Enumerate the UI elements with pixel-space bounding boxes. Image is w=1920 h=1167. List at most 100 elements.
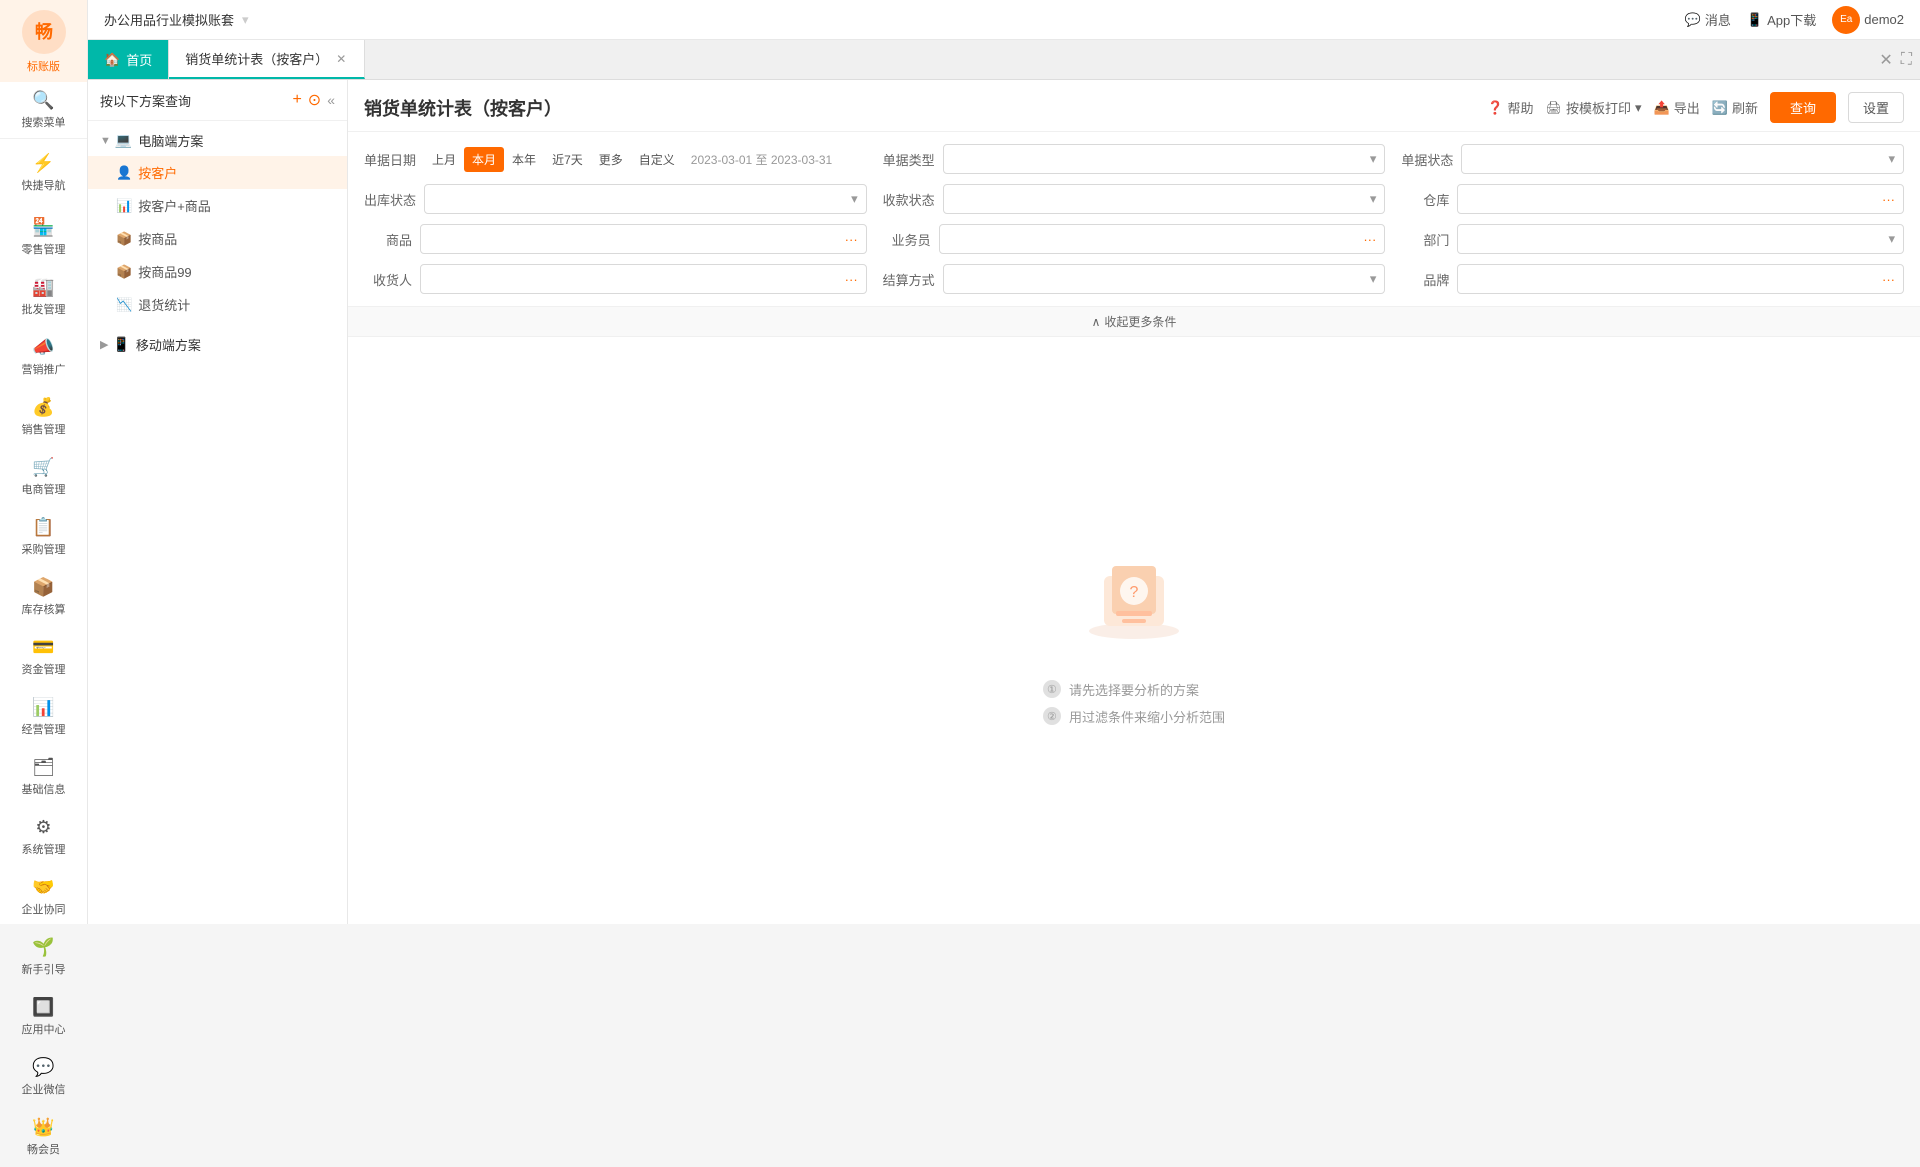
scheme-group-mobile-header[interactable]: ▶ 📱 移动端方案 — [88, 329, 347, 360]
settings-btn[interactable]: 设置 — [1848, 92, 1904, 123]
payment-input[interactable]: ▾ — [943, 264, 1386, 294]
payment-label: 结算方式 — [883, 270, 943, 289]
recipient-ellipsis[interactable]: ··· — [845, 272, 858, 287]
filter-brand: 品牌 ··· — [1401, 264, 1904, 294]
help-btn[interactable]: ❓ 帮助 — [1487, 98, 1533, 117]
recipient-input[interactable]: ··· — [420, 264, 867, 294]
messages-btn[interactable]: 💬 消息 — [1685, 10, 1731, 29]
warehouse-ellipsis[interactable]: ··· — [1882, 192, 1895, 207]
sidebar-item-yingxiao[interactable]: 📣 营销推广 — [0, 327, 87, 387]
search-label: 搜索菜单 — [22, 114, 66, 130]
messages-label: 消息 — [1705, 10, 1731, 29]
scheme-item-by-goods[interactable]: 📦 按商品 — [88, 222, 347, 255]
filter-row-3: 商品 ··· 业务员 — [364, 224, 1904, 254]
scheme-item-by-goods-99[interactable]: 📦 按商品99 — [88, 255, 347, 288]
filter-warehouse: 仓库 ··· — [1401, 184, 1904, 214]
sidebar-item-kucun[interactable]: 📦 库存核算 — [0, 567, 87, 627]
warehouse-input[interactable]: ··· — [1457, 184, 1904, 214]
sidebar-item-xitong[interactable]: ⚙ 系统管理 — [0, 807, 87, 867]
scheme-add-btn[interactable]: + — [292, 91, 301, 109]
refresh-label: 刷新 — [1732, 98, 1758, 117]
sidebar-item-caigou[interactable]: 📋 采购管理 — [0, 507, 87, 567]
date-tab-this-year[interactable]: 本年 — [504, 147, 544, 172]
sidebar-item-jichu[interactable]: 🗂 基础信息 — [0, 747, 87, 807]
scheme-item-returns[interactable]: 📉 退货统计 — [88, 288, 347, 321]
doc-status-input[interactable]: ▾ — [1461, 144, 1904, 174]
department-label: 部门 — [1401, 230, 1457, 249]
qiyeweixin-icon: 💬 — [32, 1057, 54, 1078]
scheme-collapse-btn[interactable]: « — [327, 92, 335, 108]
brand-ellipsis[interactable]: ··· — [1882, 272, 1895, 287]
tab-close-all-btn[interactable]: ✕ — [1879, 50, 1892, 70]
qiye-icon: 🤝 — [32, 877, 54, 898]
date-tab-more[interactable]: 更多 — [591, 147, 631, 172]
sidebar-item-xinshou[interactable]: 🌱 新手引导 — [0, 927, 87, 987]
collapse-bar[interactable]: ∧ 收起更多条件 — [348, 307, 1920, 337]
sidebar-item-jingying[interactable]: 📊 经营管理 — [0, 687, 87, 747]
export-btn[interactable]: 📤 导出 — [1654, 98, 1700, 117]
date-tab-last-month[interactable]: 上月 — [424, 147, 464, 172]
scheme-item-by-customer[interactable]: 👤 按客户 — [88, 156, 347, 189]
sidebar-item-yingyong[interactable]: 🔲 应用中心 — [0, 987, 87, 1047]
receipt-status-arrow: ▾ — [1370, 191, 1377, 207]
app-download-btn[interactable]: 📱 App下载 — [1747, 10, 1816, 29]
sidebar-item-kuaijie[interactable]: ⚡ 快捷导航 — [0, 143, 87, 203]
sidebar-item-pifa[interactable]: 🏭 批发管理 — [0, 267, 87, 327]
sidebar-item-dianshang[interactable]: 🛒 电商管理 — [0, 447, 87, 507]
scheme-item-by-customer-goods[interactable]: 📊 按客户+商品 — [88, 189, 347, 222]
svg-text:畅: 畅 — [35, 21, 53, 42]
main-area: 办公用品行业模拟账套 ▾ 💬 消息 📱 App下载 Ea demo2 🏠 首页 — [88, 0, 1920, 924]
date-tabs: 上月 本月 本年 近7天 更多 自定义 2023-03-01 至 2023-03… — [424, 147, 832, 172]
brand-input[interactable]: ··· — [1457, 264, 1904, 294]
date-tab-this-month[interactable]: 本月 — [464, 147, 504, 172]
doc-status-label: 单据状态 — [1401, 150, 1461, 169]
scheme-item-by-goods-99-label: 按商品99 — [138, 262, 191, 281]
filter-doc-type: 单据类型 ▾ — [883, 144, 1386, 174]
department-input[interactable]: ▾ — [1457, 224, 1904, 254]
receipt-status-input[interactable]: ▾ — [943, 184, 1386, 214]
doc-type-arrow: ▾ — [1370, 151, 1377, 167]
filter-department: 部门 ▾ — [1401, 224, 1904, 254]
logo-area: 畅 标账版 — [0, 0, 87, 82]
tab-sales-stats-label: 销货单统计表（按客户） — [185, 49, 328, 68]
scheme-group-mobile: ▶ 📱 移动端方案 — [88, 325, 347, 364]
query-btn[interactable]: 查询 — [1770, 92, 1836, 123]
goods-input[interactable]: ··· — [420, 224, 867, 254]
scheme-settings-btn[interactable]: ⊙ — [308, 90, 321, 110]
template-print-btn[interactable]: 🖨 按模板打印 ▾ — [1546, 98, 1642, 117]
right-content: 销货单统计表（按客户） ❓ 帮助 🖨 按模板打印 ▾ 📤 导出 — [348, 80, 1920, 924]
changhui-label: 畅会员 — [27, 1141, 60, 1157]
goods-ellipsis[interactable]: ··· — [845, 232, 858, 247]
sidebar-search[interactable]: 🔍 搜索菜单 — [0, 82, 87, 139]
logo-text: 标账版 — [27, 58, 60, 74]
recipient-label: 收货人 — [364, 270, 420, 289]
tab-sales-stats[interactable]: 销货单统计表（按客户） ✕ — [169, 40, 365, 79]
out-status-input[interactable]: ▾ — [424, 184, 867, 214]
sidebar-item-changhui[interactable]: 👑 畅会员 — [0, 1107, 87, 1167]
salesperson-input[interactable]: ··· — [939, 224, 1386, 254]
brand-control: ··· — [1457, 264, 1904, 294]
sidebar-item-qiyeweixin[interactable]: 💬 企业微信 — [0, 1047, 87, 1107]
department-arrow: ▾ — [1888, 231, 1895, 247]
pifa-label: 批发管理 — [22, 301, 66, 317]
scheme-group-pc-header[interactable]: ▼ 💻 电脑端方案 — [88, 125, 347, 156]
tab-home-icon: 🏠 — [104, 52, 120, 68]
date-tab-custom[interactable]: 自定义 — [631, 147, 683, 172]
yingxiao-icon: 📣 — [32, 337, 54, 358]
sidebar-item-lingshou[interactable]: 🏪 零售管理 — [0, 207, 87, 267]
tab-close-btn[interactable]: ✕ — [334, 52, 348, 66]
scheme-item-by-customer-goods-label: 按客户+商品 — [138, 196, 211, 215]
refresh-icon: 🔄 — [1712, 100, 1728, 116]
salesperson-ellipsis[interactable]: ··· — [1363, 232, 1376, 247]
pc-group-label: 电脑端方案 — [138, 131, 203, 150]
doc-type-input[interactable]: ▾ — [943, 144, 1386, 174]
sidebar-item-xiaoshou[interactable]: 💰 销售管理 — [0, 387, 87, 447]
sidebar-item-zijin[interactable]: 💳 资金管理 — [0, 627, 87, 687]
user-profile[interactable]: Ea demo2 — [1832, 6, 1904, 34]
date-tab-7days[interactable]: 近7天 — [544, 147, 591, 172]
filter-row-1: 单据日期 上月 本月 本年 近7天 更多 自定义 2023-03-01 至 20… — [364, 144, 1904, 174]
refresh-btn[interactable]: 🔄 刷新 — [1712, 98, 1758, 117]
tab-fullscreen-btn[interactable]: ⛶ — [1901, 51, 1912, 69]
tab-home[interactable]: 🏠 首页 — [88, 40, 169, 79]
sidebar-item-qiye[interactable]: 🤝 企业协同 — [0, 867, 87, 927]
